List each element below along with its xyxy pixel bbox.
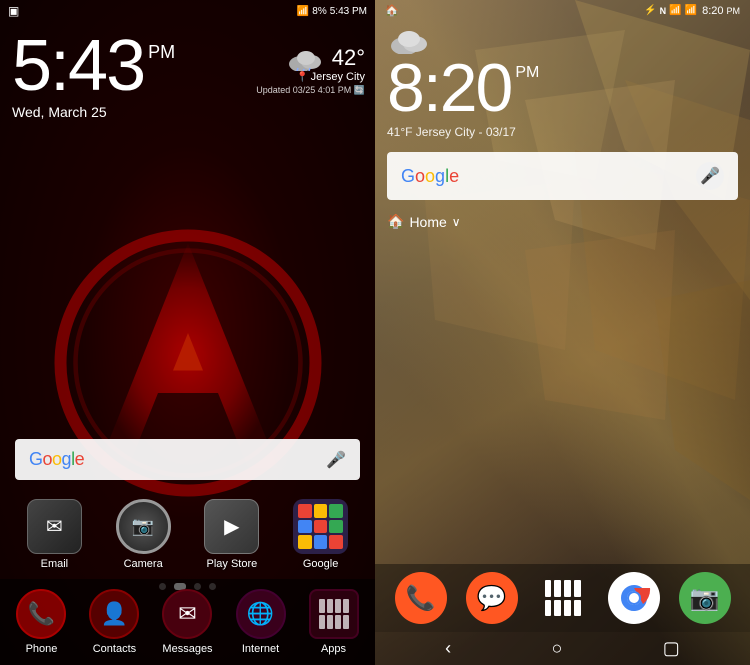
left-contacts-label: Contacts (93, 643, 136, 655)
left-email-icon: ✉ (27, 499, 82, 554)
left-dock: 📞 Phone 👤 Contacts ✉ Messages 🌐 Internet (0, 579, 375, 665)
left-internet-label: Internet (242, 643, 279, 655)
left-contacts-icon: 👤 (89, 589, 139, 639)
right-dock-camera[interactable]: 📷 (679, 572, 731, 624)
left-status-icons: 📶 8% 5:43 PM (297, 6, 367, 17)
right-dock-chrome[interactable] (608, 572, 660, 624)
left-camera-app[interactable]: 📷 Camera (116, 499, 171, 570)
right-camera-icon: 📷 (679, 572, 731, 624)
right-back-button[interactable]: ‹ (445, 638, 451, 659)
right-wifi-icon: 📶 (669, 5, 681, 16)
right-signal-icon: 📶 (685, 5, 697, 16)
left-weather-updated: Updated 03/25 4:01 PM 🔄 (256, 85, 365, 96)
left-phone: ▣ 📶 8% 5:43 PM 5:43 PM Wed, March 25 (0, 0, 375, 665)
left-apps-icon (309, 589, 359, 639)
left-google-logo: Google (29, 449, 84, 470)
right-recent-button[interactable]: ▢ (663, 638, 680, 659)
right-google-logo: Google (401, 166, 459, 187)
left-period: PM (148, 42, 175, 63)
right-search-container[interactable]: Google 🎤 (387, 152, 738, 200)
right-phone-icon: 📞 (395, 572, 447, 624)
right-clock-area: 8:20 PM 41°F Jersey City - 03/17 (375, 21, 750, 144)
right-dock-apps[interactable] (537, 572, 589, 624)
right-time-status: 8:20 (702, 5, 723, 17)
left-weather-city: 📍 Jersey City (296, 71, 365, 83)
left-dock-contacts[interactable]: 👤 Contacts (89, 589, 139, 655)
right-time: 8:20 (387, 54, 511, 122)
left-battery-text: 8% (312, 6, 326, 17)
left-cloud-icon (286, 46, 326, 71)
right-mic-icon[interactable]: 🎤 (696, 162, 724, 190)
right-home-button[interactable]: ○ (552, 638, 563, 659)
home-chevron-icon: ∨ (452, 215, 461, 229)
right-dock-messages[interactable]: 💬 (466, 572, 518, 624)
right-messages-icon: 💬 (466, 572, 518, 624)
left-email-app[interactable]: ✉ Email (27, 499, 82, 570)
left-weather: 42° 📍 Jersey City Updated 03/25 4:01 PM … (256, 45, 365, 96)
left-playstore-icon: ▶ (204, 499, 259, 554)
left-apps-label: Apps (321, 643, 346, 655)
right-search-bar[interactable]: Google 🎤 (387, 152, 738, 200)
right-nfc-icon: N (660, 6, 667, 16)
left-time: 5:43 (12, 30, 144, 102)
left-email-label: Email (41, 558, 69, 570)
right-weather-info: 41°F Jersey City - 03/17 (387, 125, 738, 139)
left-notif-icon: ▣ (8, 4, 19, 18)
right-period-status: PM (727, 6, 741, 16)
home-house-icon: 🏠 (387, 213, 404, 230)
right-nav-bar: ‹ ○ ▢ (375, 632, 750, 665)
left-messages-label: Messages (162, 643, 212, 655)
right-status-left: 🏠 (385, 4, 399, 17)
left-phone-label: Phone (26, 643, 58, 655)
left-temp: 42° (332, 45, 365, 71)
left-search-container[interactable]: Google 🎤 (15, 439, 360, 480)
left-dock-apps[interactable]: Apps (309, 589, 359, 655)
left-camera-label: Camera (124, 558, 163, 570)
left-phone-icon: 📞 (16, 589, 66, 639)
chrome-logo-icon (616, 580, 652, 616)
right-apps-grid-icon (537, 572, 589, 624)
left-internet-icon: 🌐 (236, 589, 286, 639)
right-dock-icons: 📞 💬 (375, 564, 750, 632)
left-playstore-app[interactable]: ▶ Play Store (204, 499, 259, 570)
left-google-app[interactable]: Google (293, 499, 348, 570)
left-google-icon (293, 499, 348, 554)
right-period: PM (515, 64, 539, 82)
left-dock-phone[interactable]: 📞 Phone (16, 589, 66, 655)
left-time-status: 5:43 PM (330, 6, 367, 17)
right-home-label: 🏠 Home ∨ (375, 208, 750, 235)
left-camera-icon: 📷 (116, 499, 171, 554)
right-home-status-icon: 🏠 (385, 4, 399, 17)
left-status-bar: ▣ 📶 8% 5:43 PM (0, 0, 375, 22)
left-signal-icon: 📶 (297, 6, 309, 17)
left-dock-internet[interactable]: 🌐 Internet (236, 589, 286, 655)
right-phone: 🏠 ⚡ N 📶 📶 8:20 PM 8:20 PM 41°F Jersey Ci… (375, 0, 750, 665)
left-dock-messages[interactable]: ✉ Messages (162, 589, 212, 655)
right-status-bar: 🏠 ⚡ N 📶 📶 8:20 PM (375, 0, 750, 21)
left-city: Jersey City (311, 71, 365, 83)
right-status-right: ⚡ N 📶 📶 8:20 PM (644, 5, 740, 17)
left-app-row: ✉ Email 📷 Camera ▶ Play Store (0, 499, 375, 570)
left-mic-icon[interactable]: 🎤 (326, 450, 346, 470)
right-bt-icon: ⚡ (644, 5, 656, 16)
left-date: Wed, March 25 (12, 104, 363, 120)
left-messages-icon: ✉ (162, 589, 212, 639)
left-google-label: Google (303, 558, 338, 570)
right-dock: 📞 💬 (375, 564, 750, 665)
left-search-bar[interactable]: Google 🎤 (15, 439, 360, 480)
right-chrome-icon (608, 572, 660, 624)
left-playstore-label: Play Store (207, 558, 258, 570)
home-text: Home (409, 214, 446, 230)
right-dock-phone[interactable]: 📞 (395, 572, 447, 624)
